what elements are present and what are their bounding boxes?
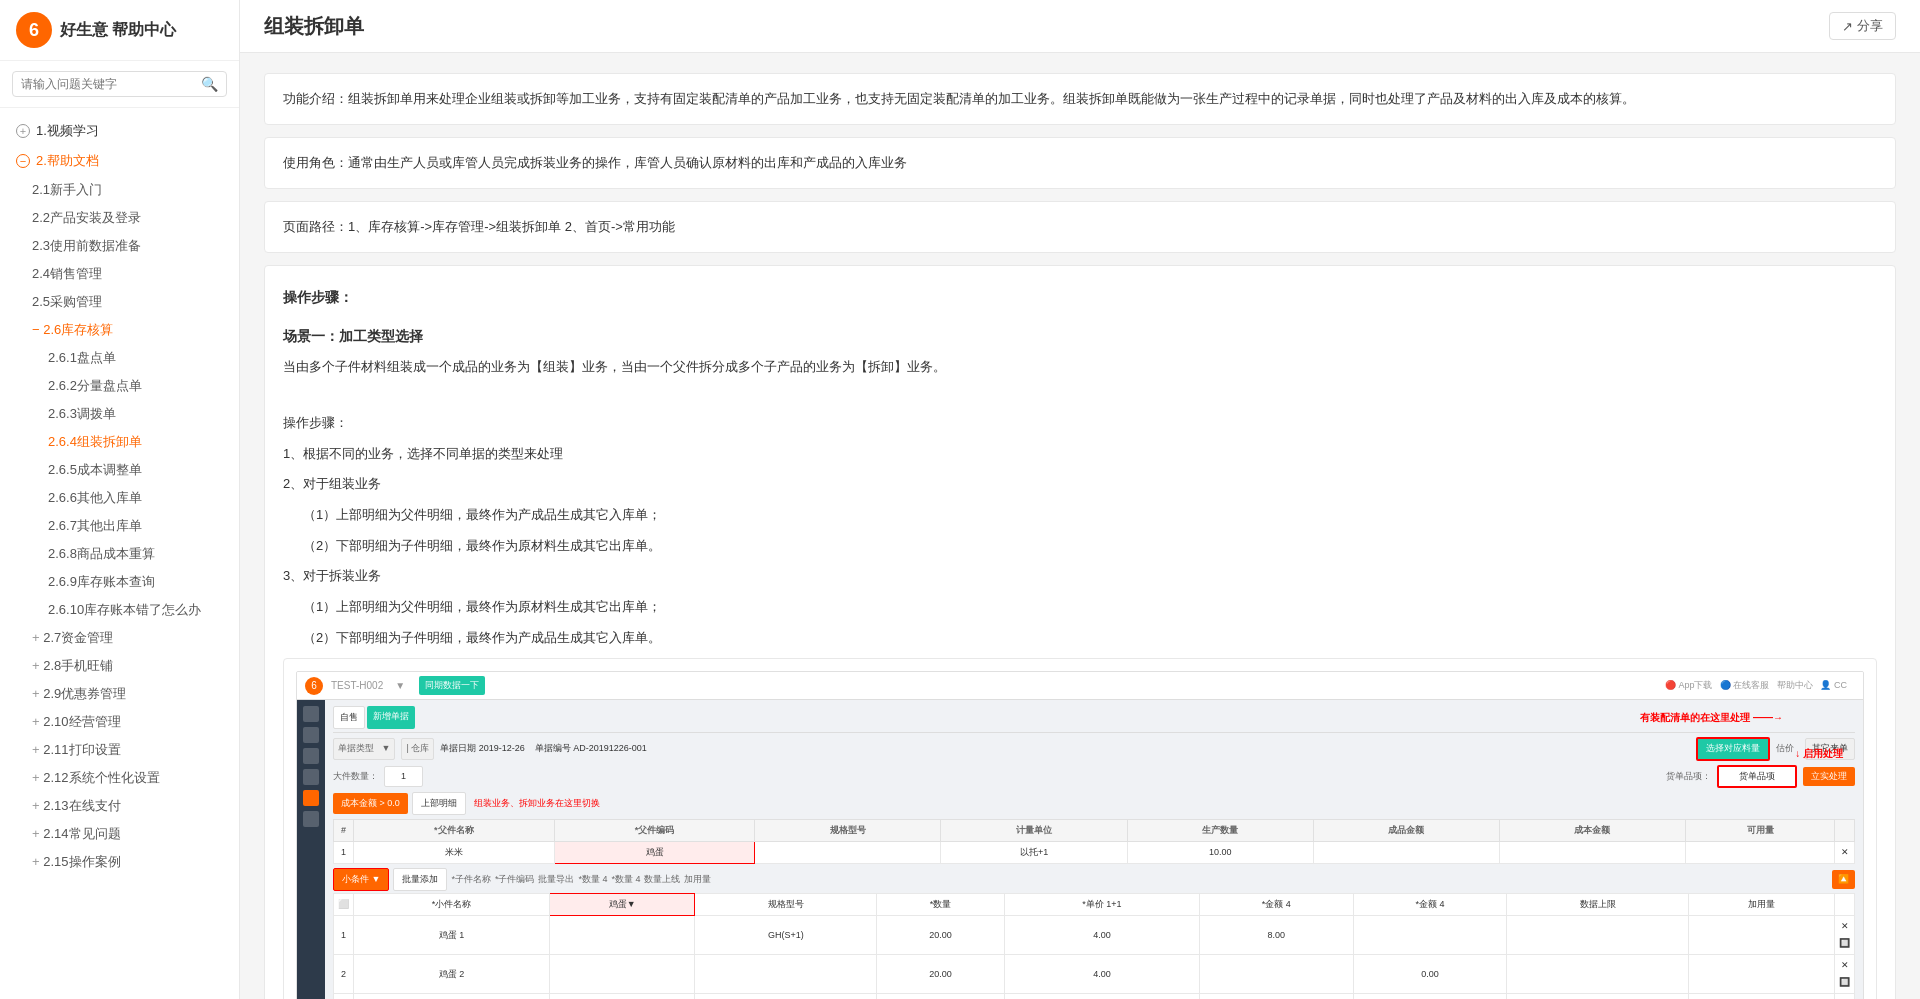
search-area: 🔍 xyxy=(0,61,239,108)
sidebar-item-s27[interactable]: + 2.7资金管理 xyxy=(32,624,239,652)
step-2: 2、对于组装业务 xyxy=(283,472,1877,497)
feature-intro-block: 功能介绍：组装拆卸单用来处理企业组装或拆卸等加工业务，支持有固定装配清单的产品加… xyxy=(264,73,1896,125)
sidebar-item-s21[interactable]: 2.1新手入门 xyxy=(32,176,239,204)
sidebar-label-s2: 2.帮助文档 xyxy=(36,152,99,170)
mock-logo: 6 xyxy=(305,677,323,695)
expand-icon-s26: − xyxy=(32,322,40,337)
sidebar-sub-s26: 2.6.1盘点单 2.6.2分量盘点单 2.6.3调拨单 2.6.4组装拆卸单 … xyxy=(32,344,239,624)
scene1-title: 场景一：加工类型选择 xyxy=(283,323,1877,350)
sidebar-item-s213[interactable]: + 2.13在线支付 xyxy=(32,792,239,820)
mock-topbar: 6 TEST-H002 ▼ 同期数据一下 🔴 App下载 🔵 在线客服 帮助中心… xyxy=(297,672,1863,700)
search-box: 🔍 xyxy=(12,71,227,97)
sidebar-item-s265[interactable]: 2.6.5成本调整单 xyxy=(48,456,239,484)
steps-title: 操作步骤： xyxy=(283,284,1877,311)
share-label: 分享 xyxy=(1857,17,1883,35)
sidebar-item-s28[interactable]: + 2.8手机旺铺 xyxy=(32,652,239,680)
page-title: 组装拆卸单 xyxy=(264,13,364,40)
feature-text: 功能介绍：组装拆卸单用来处理企业组装或拆卸等加工业务，支持有固定装配清单的产品加… xyxy=(283,91,1635,106)
step-2-2: （2）下部明细为子件明细，最终作为原材料生成其它出库单。 xyxy=(283,534,1877,559)
sidebar-item-s2610[interactable]: 2.6.10库存账本错了怎么办 xyxy=(48,596,239,624)
search-icon[interactable]: 🔍 xyxy=(201,76,218,92)
sidebar-item-s263[interactable]: 2.6.3调拨单 xyxy=(48,400,239,428)
sidebar-sub-s2: 2.1新手入门 2.2产品安装及登录 2.3使用前数据准备 2.4销售管理 2.… xyxy=(0,176,239,876)
sidebar-item-s262[interactable]: 2.6.2分量盘点单 xyxy=(48,372,239,400)
path-text: 页面路径：1、库存核算->库存管理->组装拆卸单 2、首页->常用功能 xyxy=(283,219,675,234)
search-input[interactable] xyxy=(21,77,201,91)
expand-icon-s2: − xyxy=(16,154,30,168)
logo-icon: 6 xyxy=(16,12,52,48)
nav-list: + 1.视频学习 − 2.帮助文档 2.1新手入门 2.2产品安装及登录 2.3… xyxy=(0,108,239,999)
steps-label: 操作步骤： xyxy=(283,411,1877,436)
sidebar-label-s1: 1.视频学习 xyxy=(36,122,99,140)
sidebar-item-s29[interactable]: + 2.9优惠券管理 xyxy=(32,680,239,708)
sidebar-item-s23[interactable]: 2.3使用前数据准备 xyxy=(32,232,239,260)
role-text: 使用角色：通常由生产人员或库管人员完成拆装业务的操作，库管人员确认原材料的出库和… xyxy=(283,155,907,170)
app-name: 好生意 帮助中心 xyxy=(60,20,176,41)
sidebar-item-s26[interactable]: − 2.6库存核算 xyxy=(32,316,239,344)
sidebar-item-s264[interactable]: 2.6.4组装拆卸单 xyxy=(48,428,239,456)
sidebar-item-s214[interactable]: + 2.14常见问题 xyxy=(32,820,239,848)
sidebar-item-s210[interactable]: + 2.10经营管理 xyxy=(32,708,239,736)
screenshot-block: 6 TEST-H002 ▼ 同期数据一下 🔴 App下载 🔵 在线客服 帮助中心… xyxy=(283,658,1877,999)
screenshot-image: 6 TEST-H002 ▼ 同期数据一下 🔴 App下载 🔵 在线客服 帮助中心… xyxy=(296,671,1864,999)
step-2-1: （1）上部明细为父件明细，最终作为产成品生成其它入库单； xyxy=(283,503,1877,528)
sidebar-item-s2[interactable]: − 2.帮助文档 xyxy=(0,146,239,176)
sidebar-item-s215[interactable]: + 2.15操作案例 xyxy=(32,848,239,876)
path-intro-block: 页面路径：1、库存核算->库存管理->组装拆卸单 2、首页->常用功能 xyxy=(264,201,1896,253)
sidebar-item-s261[interactable]: 2.6.1盘点单 xyxy=(48,344,239,372)
expand-icon-s1: + xyxy=(16,124,30,138)
share-button[interactable]: ↗ 分享 xyxy=(1829,12,1896,40)
sidebar-item-s269[interactable]: 2.6.9库存账本查询 xyxy=(48,568,239,596)
sidebar-item-s268[interactable]: 2.6.8商品成本重算 xyxy=(48,540,239,568)
step-3-1: （1）上部明细为父件明细，最终作为原材料生成其它出库单； xyxy=(283,595,1877,620)
sidebar: 6 好生意 帮助中心 🔍 + 1.视频学习 − 2.帮助文档 2.1新手入门 2… xyxy=(0,0,240,999)
steps-block: 操作步骤： 场景一：加工类型选择 当由多个子件材料组装成一个成品的业务为【组装】… xyxy=(264,265,1896,999)
main-content: 组装拆卸单 ↗ 分享 功能介绍：组装拆卸单用来处理企业组装或拆卸等加工业务，支持… xyxy=(240,0,1920,999)
sidebar-item-s25[interactable]: 2.5采购管理 xyxy=(32,288,239,316)
sidebar-item-s211[interactable]: + 2.11打印设置 xyxy=(32,736,239,764)
logo-area: 6 好生意 帮助中心 xyxy=(0,0,239,61)
sidebar-item-s212[interactable]: + 2.12系统个性化设置 xyxy=(32,764,239,792)
role-intro-block: 使用角色：通常由生产人员或库管人员完成拆装业务的操作，库管人员确认原材料的出库和… xyxy=(264,137,1896,189)
content-area: 功能介绍：组装拆卸单用来处理企业组装或拆卸等加工业务，支持有固定装配清单的产品加… xyxy=(240,53,1920,999)
scene1-desc: 当由多个子件材料组装成一个成品的业务为【组装】业务，当由一个父件拆分成多个子产品… xyxy=(283,355,1877,380)
sidebar-item-s22[interactable]: 2.2产品安装及登录 xyxy=(32,204,239,232)
step-3-2: （2）下部明细为子件明细，最终作为产成品生成其它入库单。 xyxy=(283,626,1877,651)
sidebar-item-s267[interactable]: 2.6.7其他出库单 xyxy=(48,512,239,540)
annotation-1: 有装配清单的在这里处理 ——→ xyxy=(1640,708,1783,727)
top-bar: 组装拆卸单 ↗ 分享 xyxy=(240,0,1920,53)
sidebar-item-s266[interactable]: 2.6.6其他入库单 xyxy=(48,484,239,512)
step-1: 1、根据不同的业务，选择不同单据的类型来处理 xyxy=(283,442,1877,467)
sidebar-item-s1[interactable]: + 1.视频学习 xyxy=(0,116,239,146)
sidebar-item-s24[interactable]: 2.4销售管理 xyxy=(32,260,239,288)
share-icon: ↗ xyxy=(1842,19,1853,34)
step-3: 3、对于拆装业务 xyxy=(283,564,1877,589)
annotation-4: ↓ 启用处理 xyxy=(1795,744,1843,763)
